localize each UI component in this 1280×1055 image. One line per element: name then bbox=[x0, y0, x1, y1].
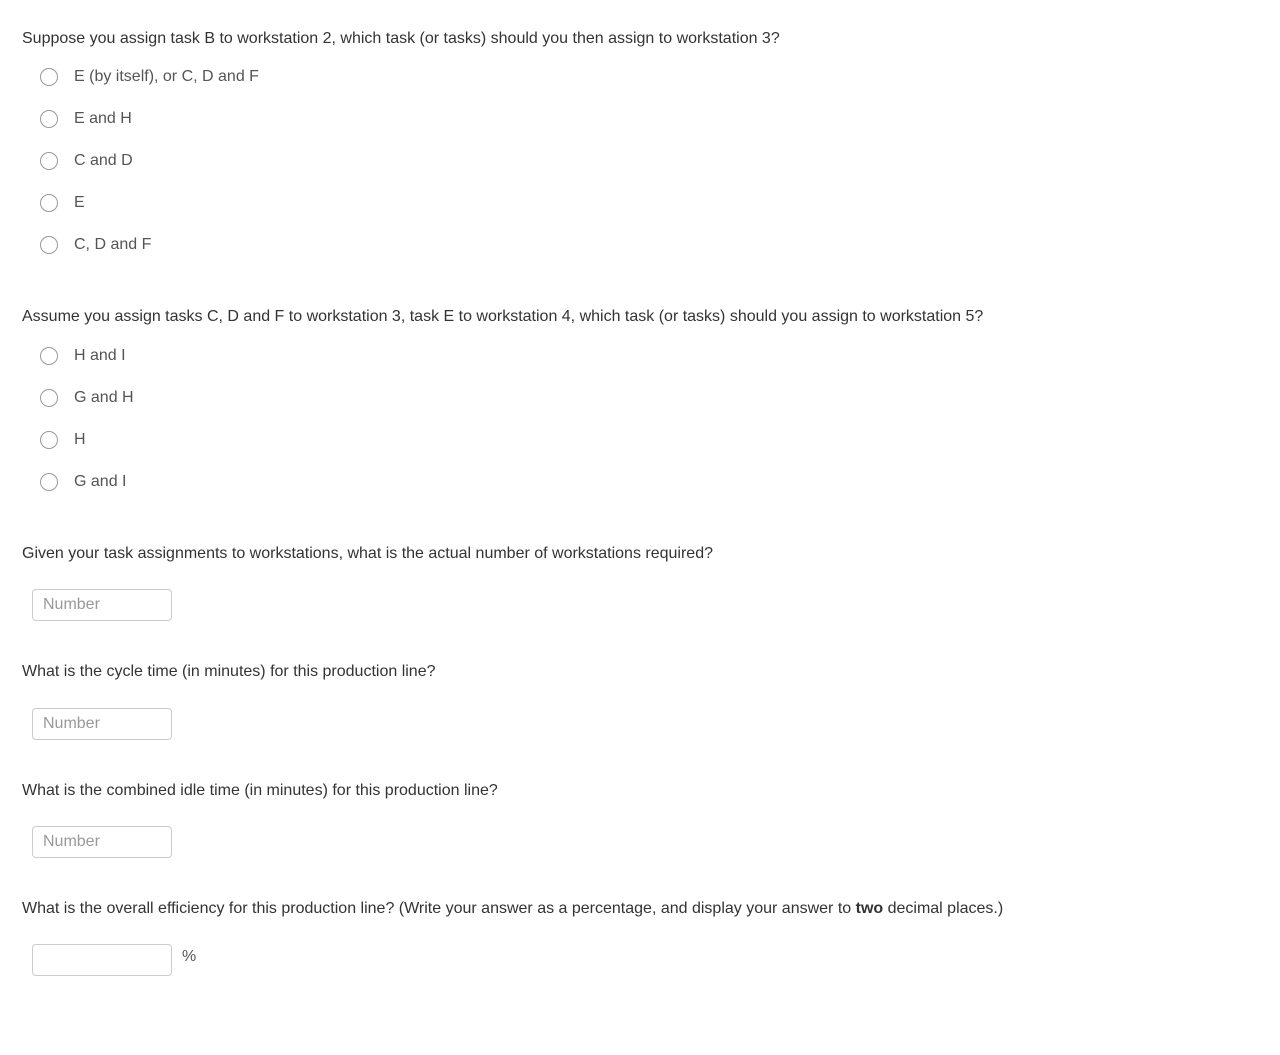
option-label: E bbox=[74, 194, 85, 212]
q1-option-3[interactable]: E bbox=[40, 194, 1258, 212]
q6-input-row: % bbox=[22, 938, 1258, 976]
question-4: What is the cycle time (in minutes) for … bbox=[22, 661, 1258, 739]
q3-input[interactable] bbox=[32, 589, 172, 621]
q2-option-3[interactable]: G and I bbox=[40, 473, 1258, 491]
q6-unit: % bbox=[182, 948, 196, 966]
q6-prompt-bold: two bbox=[856, 900, 884, 917]
question-3: Given your task assignments to workstati… bbox=[22, 543, 1258, 621]
q1-option-4[interactable]: C, D and F bbox=[40, 236, 1258, 254]
q6-prompt-part2: decimal places.) bbox=[883, 900, 1003, 917]
option-label: H and I bbox=[74, 347, 126, 365]
q1-option-1[interactable]: E and H bbox=[40, 110, 1258, 128]
radio-icon[interactable] bbox=[40, 194, 58, 212]
question-2: Assume you assign tasks C, D and F to wo… bbox=[22, 306, 1258, 490]
option-label: C and D bbox=[74, 152, 133, 170]
question-1-prompt: Suppose you assign task B to workstation… bbox=[22, 28, 1258, 50]
radio-icon[interactable] bbox=[40, 389, 58, 407]
q4-input[interactable] bbox=[32, 708, 172, 740]
option-label: G and I bbox=[74, 473, 126, 491]
question-5-prompt: What is the combined idle time (in minut… bbox=[22, 780, 1258, 802]
radio-icon[interactable] bbox=[40, 431, 58, 449]
question-4-prompt: What is the cycle time (in minutes) for … bbox=[22, 661, 1258, 683]
radio-icon[interactable] bbox=[40, 347, 58, 365]
q1-option-2[interactable]: C and D bbox=[40, 152, 1258, 170]
question-3-prompt: Given your task assignments to workstati… bbox=[22, 543, 1258, 565]
radio-icon[interactable] bbox=[40, 473, 58, 491]
q2-option-1[interactable]: G and H bbox=[40, 389, 1258, 407]
q5-input[interactable] bbox=[32, 826, 172, 858]
radio-icon[interactable] bbox=[40, 68, 58, 86]
question-5: What is the combined idle time (in minut… bbox=[22, 780, 1258, 858]
question-1: Suppose you assign task B to workstation… bbox=[22, 28, 1258, 254]
question-6: What is the overall efficiency for this … bbox=[22, 898, 1258, 976]
question-6-prompt: What is the overall efficiency for this … bbox=[22, 898, 1258, 920]
option-label: G and H bbox=[74, 389, 134, 407]
question-2-prompt: Assume you assign tasks C, D and F to wo… bbox=[22, 306, 1258, 328]
radio-icon[interactable] bbox=[40, 236, 58, 254]
q2-option-0[interactable]: H and I bbox=[40, 347, 1258, 365]
q2-option-2[interactable]: H bbox=[40, 431, 1258, 449]
q6-input[interactable] bbox=[32, 944, 172, 976]
option-label: H bbox=[74, 431, 86, 449]
option-label: E (by itself), or C, D and F bbox=[74, 68, 259, 86]
q1-option-0[interactable]: E (by itself), or C, D and F bbox=[40, 68, 1258, 86]
q6-prompt-part1: What is the overall efficiency for this … bbox=[22, 900, 856, 917]
radio-icon[interactable] bbox=[40, 110, 58, 128]
radio-icon[interactable] bbox=[40, 152, 58, 170]
option-label: E and H bbox=[74, 110, 132, 128]
option-label: C, D and F bbox=[74, 236, 151, 254]
